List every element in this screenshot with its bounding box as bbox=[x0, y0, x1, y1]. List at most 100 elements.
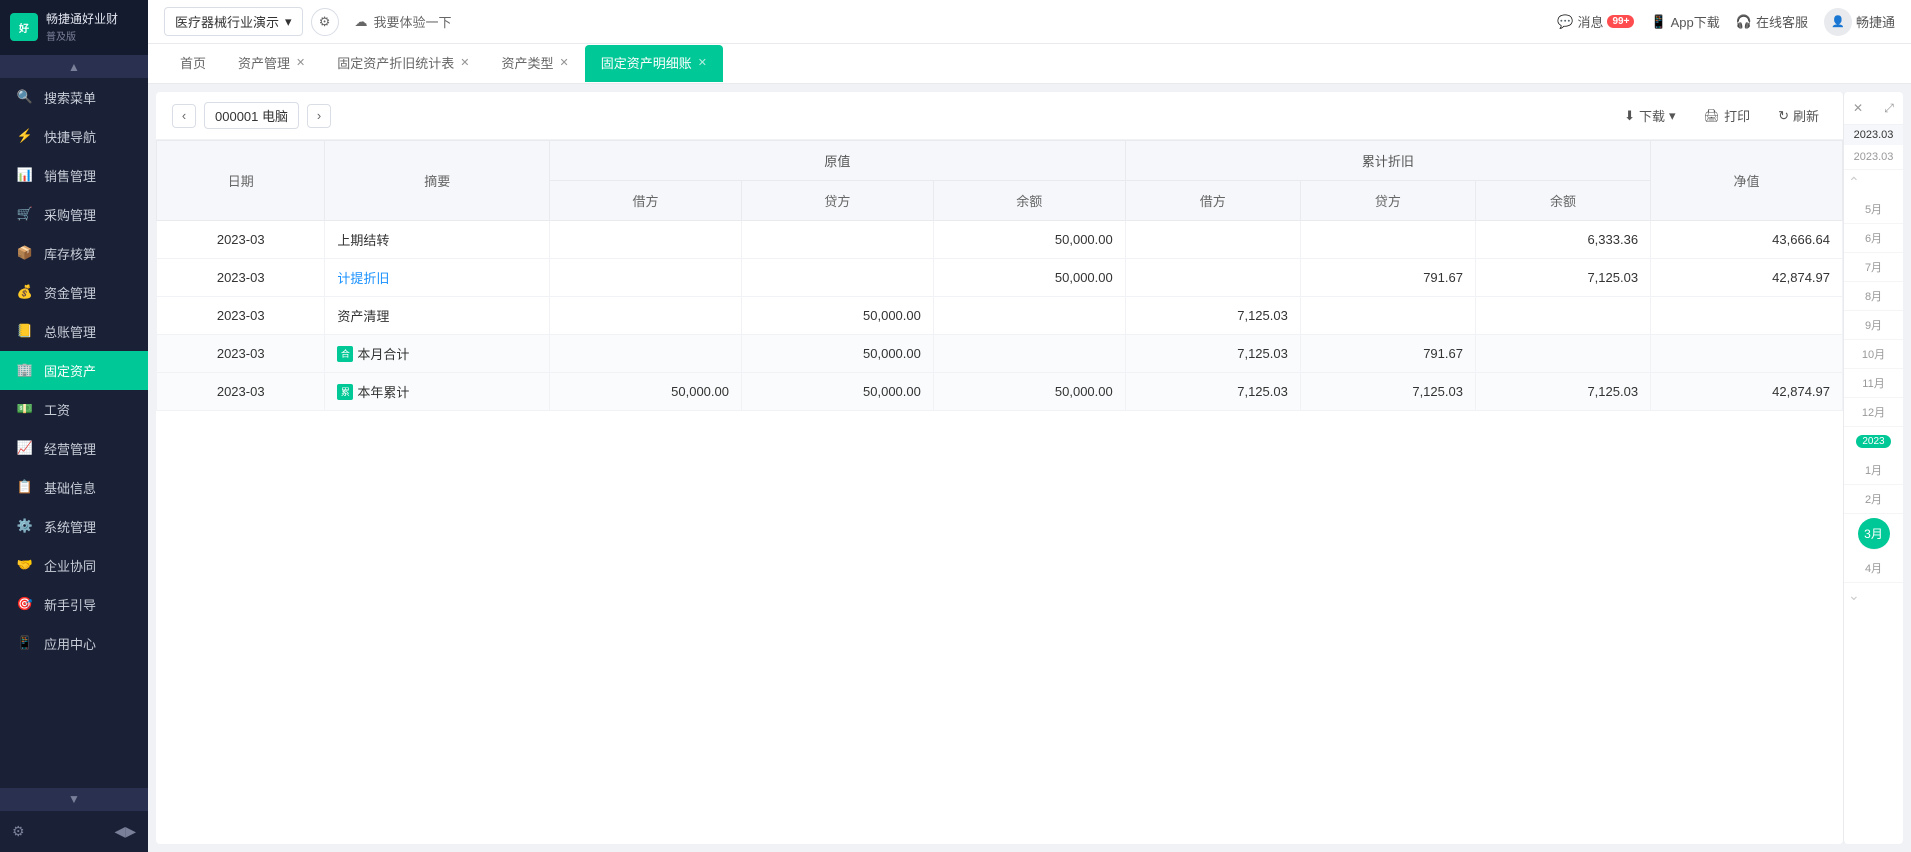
cooperation-icon: 🤝 bbox=[16, 556, 34, 574]
tab-bar: 首页 资产管理 ✕ 固定资产折旧统计表 ✕ 资产类型 ✕ 固定资产明细账 ✕ bbox=[148, 44, 1911, 84]
tab-depreciation-stats[interactable]: 固定资产折旧统计表 ✕ bbox=[321, 45, 485, 82]
download-button[interactable]: ⬇ 下载 ▾ bbox=[1616, 102, 1683, 129]
download-label: 下载 bbox=[1639, 106, 1665, 125]
service-icon: 🎧 bbox=[1736, 14, 1752, 30]
quick-nav-icon: ⚡ bbox=[16, 127, 34, 145]
subtotal-icon: 合 bbox=[337, 346, 353, 362]
sidebar-item-guide[interactable]: 🎯 新手引导 bbox=[0, 585, 148, 624]
toolbar-actions: ⬇ 下载 ▾ 🖨 打印 ↻ 刷新 bbox=[1616, 102, 1827, 129]
panel-toolbar: ‹ 000001 电脑 › ⬇ 下载 ▾ 🖨 打印 ↻ bbox=[156, 92, 1843, 140]
cell-summary: 资产清理 bbox=[325, 297, 550, 335]
sidebar-item-label: 采购管理 bbox=[44, 205, 96, 224]
sidebar-item-label: 新手引导 bbox=[44, 595, 96, 614]
next-asset-button[interactable]: › bbox=[307, 104, 331, 128]
annual-label: 本年累计 bbox=[357, 382, 409, 401]
app-download-button[interactable]: 📱 App下载 bbox=[1650, 12, 1719, 31]
summary-link[interactable]: 计提折旧 bbox=[337, 271, 389, 286]
timeline-month-item[interactable]: 2023.03 bbox=[1844, 145, 1903, 170]
collapse-icon[interactable]: ◀▶ bbox=[110, 819, 140, 844]
refresh-button[interactable]: ↻ 刷新 bbox=[1770, 102, 1827, 129]
sidebar-item-ledger[interactable]: 📒 总账管理 bbox=[0, 312, 148, 351]
purchase-icon: 🛒 bbox=[16, 205, 34, 223]
timeline-expand-icon[interactable]: ⤢ bbox=[1879, 98, 1899, 118]
tab-label: 固定资产明细账 bbox=[601, 53, 692, 72]
sidebar-item-basic-info[interactable]: 📋 基础信息 bbox=[0, 468, 148, 507]
timeline-month-8[interactable]: 8月 bbox=[1844, 282, 1903, 311]
tab-asset-type[interactable]: 资产类型 ✕ bbox=[485, 45, 584, 82]
table-row: 2023-03 资产清理 50,000.00 7,125.03 bbox=[157, 297, 1843, 335]
sidebar-item-system[interactable]: ⚙️ 系统管理 bbox=[0, 507, 148, 546]
close-icon[interactable]: ✕ bbox=[460, 56, 469, 69]
sidebar-bottom: ⚙ ◀▶ bbox=[0, 810, 148, 852]
settings-bottom-icon[interactable]: ⚙ bbox=[8, 819, 29, 844]
cell-orig-balance: 50,000.00 bbox=[933, 259, 1125, 297]
timeline-month-11[interactable]: 11月 bbox=[1844, 369, 1903, 398]
app-download-label: App下载 bbox=[1671, 12, 1720, 31]
experience-button[interactable]: ☁ 我要体验一下 bbox=[347, 8, 460, 35]
customer-service-label: 在线客服 bbox=[1756, 12, 1808, 31]
experience-icon: ☁ bbox=[355, 14, 368, 30]
timeline-month-9[interactable]: 9月 bbox=[1844, 311, 1903, 340]
sidebar-scroll-up[interactable]: ▲ bbox=[0, 56, 148, 78]
scroll-down-icon[interactable]: ⌄ bbox=[1844, 583, 1903, 608]
timeline-month-2[interactable]: 2月 bbox=[1844, 485, 1903, 514]
cell-accum-credit: 791.67 bbox=[1300, 335, 1475, 373]
sidebar-item-label: 工资 bbox=[44, 400, 70, 419]
prev-asset-button[interactable]: ‹ bbox=[172, 104, 196, 128]
message-button[interactable]: 💬 消息 99+ bbox=[1557, 12, 1634, 31]
scroll-up-icon[interactable]: ⌃ bbox=[1844, 170, 1903, 195]
guide-icon: 🎯 bbox=[16, 595, 34, 613]
timeline-month-3-active[interactable]: 3月 bbox=[1858, 518, 1890, 550]
right-sidebar-timeline: ✕ ⤢ 2023.03 2023.03 ⌃ 5月 6月 7月 8月 9月 10月… bbox=[1843, 92, 1903, 844]
timeline-month-4[interactable]: 4月 bbox=[1844, 554, 1903, 583]
sidebar-item-purchase[interactable]: 🛒 采购管理 bbox=[0, 195, 148, 234]
company-name: 医疗器械行业演示 bbox=[175, 12, 279, 31]
asset-detail-table: 日期 摘要 原值 累计折旧 净值 借方 贷方 余额 借方 贷方 余额 bbox=[156, 140, 1843, 411]
cell-net-value: 42,874.97 bbox=[1651, 373, 1843, 411]
cell-accum-balance: 7,125.03 bbox=[1475, 373, 1650, 411]
cell-accum-debit bbox=[1125, 221, 1300, 259]
sidebar-item-finance[interactable]: 💰 资金管理 bbox=[0, 273, 148, 312]
sidebar-item-label: 快捷导航 bbox=[44, 127, 96, 146]
col-group-depreciation: 累计折旧 bbox=[1125, 141, 1650, 181]
cell-orig-credit: 50,000.00 bbox=[741, 335, 933, 373]
close-icon[interactable]: ✕ bbox=[296, 56, 305, 69]
sidebar-scroll-down[interactable]: ▼ bbox=[0, 788, 148, 810]
tab-asset-detail[interactable]: 固定资产明细账 ✕ bbox=[585, 45, 723, 82]
cell-accum-debit: 7,125.03 bbox=[1125, 335, 1300, 373]
sidebar-item-label: 经营管理 bbox=[44, 439, 96, 458]
customer-service-button[interactable]: 🎧 在线客服 bbox=[1736, 12, 1808, 31]
sidebar-item-app-center[interactable]: 📱 应用中心 bbox=[0, 624, 148, 663]
sidebar-item-fixed-assets[interactable]: 🏢 固定资产 bbox=[0, 351, 148, 390]
payroll-icon: 💵 bbox=[16, 400, 34, 418]
timeline: 2023.03 2023.03 ⌃ 5月 6月 7月 8月 9月 10月 11月… bbox=[1844, 125, 1903, 844]
user-button[interactable]: 👤 畅捷通 bbox=[1824, 8, 1895, 36]
tab-home[interactable]: 首页 bbox=[164, 45, 222, 82]
cell-accum-balance: 6,333.36 bbox=[1475, 221, 1650, 259]
sidebar-item-operations[interactable]: 📈 经营管理 bbox=[0, 429, 148, 468]
settings-button[interactable]: ⚙ bbox=[311, 8, 339, 36]
cell-accum-credit: 7,125.03 bbox=[1300, 373, 1475, 411]
sidebar-item-search[interactable]: 🔍 搜索菜单 bbox=[0, 78, 148, 117]
tab-asset-mgmt[interactable]: 资产管理 ✕ bbox=[222, 45, 321, 82]
timeline-month-7[interactable]: 7月 bbox=[1844, 253, 1903, 282]
timeline-month-5[interactable]: 5月 bbox=[1844, 195, 1903, 224]
timeline-month-12[interactable]: 12月 bbox=[1844, 398, 1903, 427]
cell-summary: 计提折旧 bbox=[325, 259, 550, 297]
timeline-month-6[interactable]: 6月 bbox=[1844, 224, 1903, 253]
sidebar-item-cooperation[interactable]: 🤝 企业协同 bbox=[0, 546, 148, 585]
timeline-close-icon[interactable]: ✕ bbox=[1848, 98, 1868, 118]
close-icon[interactable]: ✕ bbox=[560, 56, 569, 69]
sidebar-item-label: 资金管理 bbox=[44, 283, 96, 302]
print-button[interactable]: 🖨 打印 bbox=[1696, 102, 1759, 129]
close-icon[interactable]: ✕ bbox=[698, 56, 707, 69]
sidebar-item-inventory[interactable]: 📦 库存核算 bbox=[0, 234, 148, 273]
sidebar-item-quick-nav[interactable]: ⚡ 快捷导航 bbox=[0, 117, 148, 156]
user-label: 畅捷通 bbox=[1856, 12, 1895, 31]
sidebar-item-payroll[interactable]: 💵 工资 bbox=[0, 390, 148, 429]
sidebar-item-sales[interactable]: 📊 销售管理 bbox=[0, 156, 148, 195]
main-panel: ‹ 000001 电脑 › ⬇ 下载 ▾ 🖨 打印 ↻ bbox=[156, 92, 1843, 844]
company-selector[interactable]: 医疗器械行业演示 ▾ bbox=[164, 7, 303, 36]
timeline-month-1[interactable]: 1月 bbox=[1844, 456, 1903, 485]
timeline-month-10[interactable]: 10月 bbox=[1844, 340, 1903, 369]
